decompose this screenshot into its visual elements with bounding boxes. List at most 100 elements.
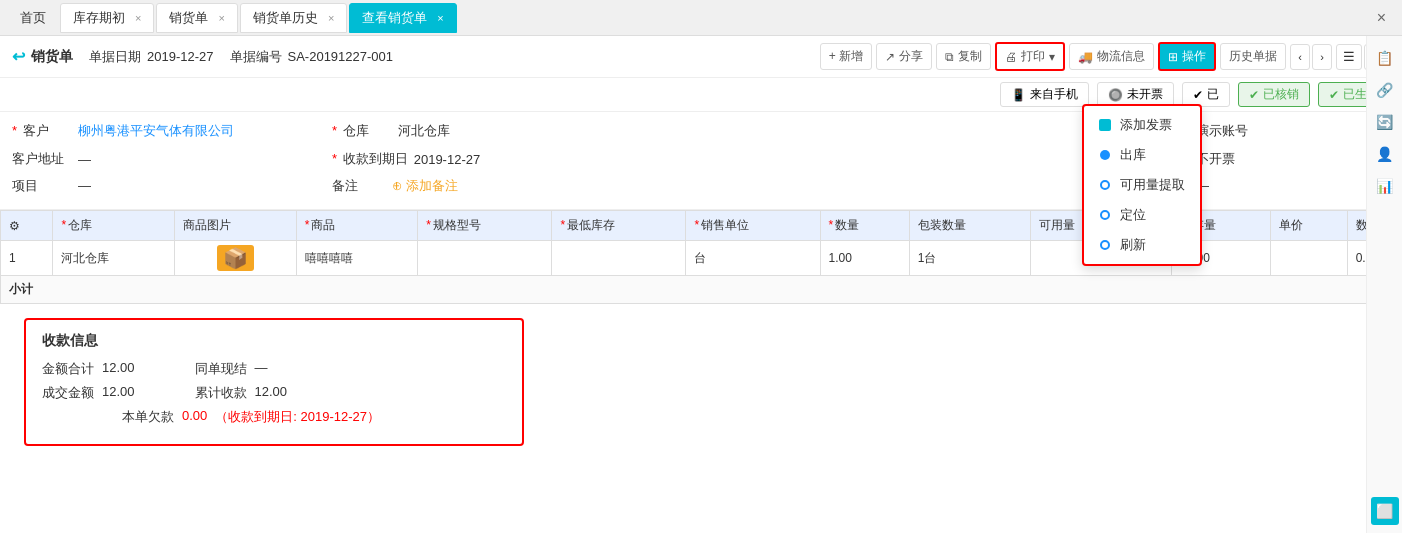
tab-sales-history[interactable]: 销货单历史 ×	[240, 3, 347, 33]
row-warehouse: 河北仓库	[53, 241, 175, 276]
col-qty: *数量	[820, 211, 909, 241]
tab-inventory-close[interactable]: ×	[135, 12, 141, 24]
new-button[interactable]: + 新增	[820, 43, 872, 70]
sidebar-user-icon[interactable]: 👤	[1371, 140, 1399, 168]
out-warehouse-icon	[1098, 148, 1112, 162]
operation-button-label: 操作	[1182, 48, 1206, 65]
sold-icon: ✔	[1249, 88, 1259, 102]
not-open-label: 未开票	[1127, 86, 1163, 103]
same-order-item: 同单现结 —	[195, 360, 268, 378]
effective-icon: ✔	[1329, 88, 1339, 102]
tab-home[interactable]: 首页	[8, 3, 58, 33]
operation-button[interactable]: ⊞ 操作	[1158, 42, 1216, 71]
row-min-stock	[552, 241, 686, 276]
history-button-label: 历史单据	[1229, 48, 1277, 65]
nav-arrows: ‹ ›	[1290, 44, 1332, 70]
tab-sales-history-close[interactable]: ×	[328, 12, 334, 24]
sidebar-chart-icon[interactable]: 📊	[1371, 172, 1399, 200]
tab-sales-close[interactable]: ×	[218, 12, 224, 24]
operation-icon: ⊞	[1168, 50, 1178, 64]
row-image: 📦	[175, 241, 297, 276]
cumulative-label: 累计收款	[195, 384, 247, 402]
add-invoice-label: 添加发票	[1120, 116, 1172, 134]
out-warehouse-label: 出库	[1120, 146, 1146, 164]
window-close-button[interactable]: ×	[1369, 5, 1394, 31]
doc-date-item: 单据日期 2019-12-27	[89, 48, 214, 66]
share-button[interactable]: ↗ 分享	[876, 43, 932, 70]
prev-button[interactable]: ‹	[1290, 44, 1310, 70]
tab-home-label: 首页	[20, 9, 46, 27]
row-price	[1270, 241, 1347, 276]
customer-value[interactable]: 柳州粤港平安气体有限公司	[72, 120, 272, 142]
arrears-label: 本单欠款	[122, 408, 174, 426]
address-label: 客户地址	[12, 150, 72, 168]
product-image: 📦	[217, 245, 254, 271]
sidebar-link-icon[interactable]: 🔗	[1371, 76, 1399, 104]
toolbar: + 新增 ↗ 分享 ⧉ 复制 🖨 打印 ▾ 🚚 物流信息	[820, 42, 1390, 71]
cumulative-item: 累计收款 12.00	[195, 384, 288, 402]
sidebar-expand-icon[interactable]: ⬜	[1371, 497, 1399, 525]
available-qty-label: 可用量提取	[1120, 176, 1185, 194]
payment-row-3: 本单欠款 0.00 （收款到期日: 2019-12-27）	[42, 408, 506, 426]
doc-title-text: 销货单	[31, 48, 73, 66]
transaction-value: 12.00	[102, 384, 135, 402]
print-button[interactable]: 🖨 打印 ▾	[995, 42, 1065, 71]
payment-info-title: 收款信息	[42, 332, 506, 350]
history-button[interactable]: 历史单据	[1220, 43, 1286, 70]
transaction-item: 成交金额 12.00	[42, 384, 135, 402]
same-order-value: —	[255, 360, 268, 378]
copy-button[interactable]: ⧉ 复制	[936, 43, 991, 70]
transaction-label: 成交金额	[42, 384, 94, 402]
list-view-button[interactable]: ☰	[1336, 44, 1362, 70]
logistics-button[interactable]: 🚚 物流信息	[1069, 43, 1154, 70]
next-button[interactable]: ›	[1312, 44, 1332, 70]
same-order-label: 同单现结	[195, 360, 247, 378]
number-value: SA-20191227-001	[288, 49, 394, 64]
refresh-item[interactable]: 刷新	[1084, 230, 1200, 260]
phone-icon: 📱	[1011, 88, 1026, 102]
amount-item: 金额合计 12.00	[42, 360, 135, 378]
share-icon: ↗	[885, 50, 895, 64]
new-button-label: + 新增	[829, 48, 863, 65]
logistics-button-label: 物流信息	[1097, 48, 1145, 65]
print-arrow: ▾	[1049, 50, 1055, 64]
tab-check-sales-close[interactable]: ×	[437, 12, 443, 24]
add-invoice-item[interactable]: 添加发票	[1084, 110, 1200, 140]
out-warehouse-item[interactable]: 出库	[1084, 140, 1200, 170]
row-qty: 1.00	[820, 241, 909, 276]
project-label: 项目	[12, 177, 72, 195]
sold-button[interactable]: ✔ 已核销	[1238, 82, 1310, 107]
date-value: 2019-12-27	[147, 49, 214, 64]
col-warehouse: *仓库	[53, 211, 175, 241]
sold-label: 已核销	[1263, 86, 1299, 103]
available-qty-item[interactable]: 可用量提取	[1084, 170, 1200, 200]
tab-inventory[interactable]: 库存期初 ×	[60, 3, 154, 33]
sidebar-notes-icon[interactable]: 📋	[1371, 44, 1399, 72]
customer-label: * 客户	[12, 122, 72, 140]
tab-bar: 首页 库存期初 × 销货单 × 销货单历史 × 查看销货单 × ×	[0, 0, 1402, 36]
available-qty-icon	[1098, 178, 1112, 192]
add-note-button[interactable]: ⊕ 添加备注	[392, 177, 458, 195]
payment-row-2: 成交金额 12.00 累计收款 12.00	[42, 384, 506, 402]
tab-sales[interactable]: 销货单 ×	[156, 3, 237, 33]
from-phone-button[interactable]: 📱 来自手机	[1000, 82, 1089, 107]
sidebar-sync-icon[interactable]: 🔄	[1371, 108, 1399, 136]
tab-sales-history-label: 销货单历史	[253, 9, 318, 27]
copy-icon: ⧉	[945, 50, 954, 64]
row-product: 嘻嘻嘻嘻	[296, 241, 418, 276]
tab-sales-label: 销货单	[169, 9, 208, 27]
operation-dropdown: 添加发票 出库 可用量提取 定位 刷新	[1082, 104, 1202, 266]
gear-icon: ⚙	[9, 219, 20, 233]
row-unit: 台	[686, 241, 820, 276]
print-button-label: 打印	[1021, 48, 1045, 65]
refresh-label: 刷新	[1120, 236, 1146, 254]
add-invoice-icon	[1098, 118, 1112, 132]
col-min-stock: *最低库存	[552, 211, 686, 241]
add-note-icon: ⊕	[392, 178, 406, 193]
row-pack-qty: 1台	[909, 241, 1031, 276]
col-gear[interactable]: ⚙	[1, 211, 53, 241]
location-item[interactable]: 定位	[1084, 200, 1200, 230]
tab-check-sales[interactable]: 查看销货单 ×	[349, 3, 456, 33]
add-note-text: 添加备注	[406, 178, 458, 193]
number-label: 单据编号	[230, 48, 282, 66]
